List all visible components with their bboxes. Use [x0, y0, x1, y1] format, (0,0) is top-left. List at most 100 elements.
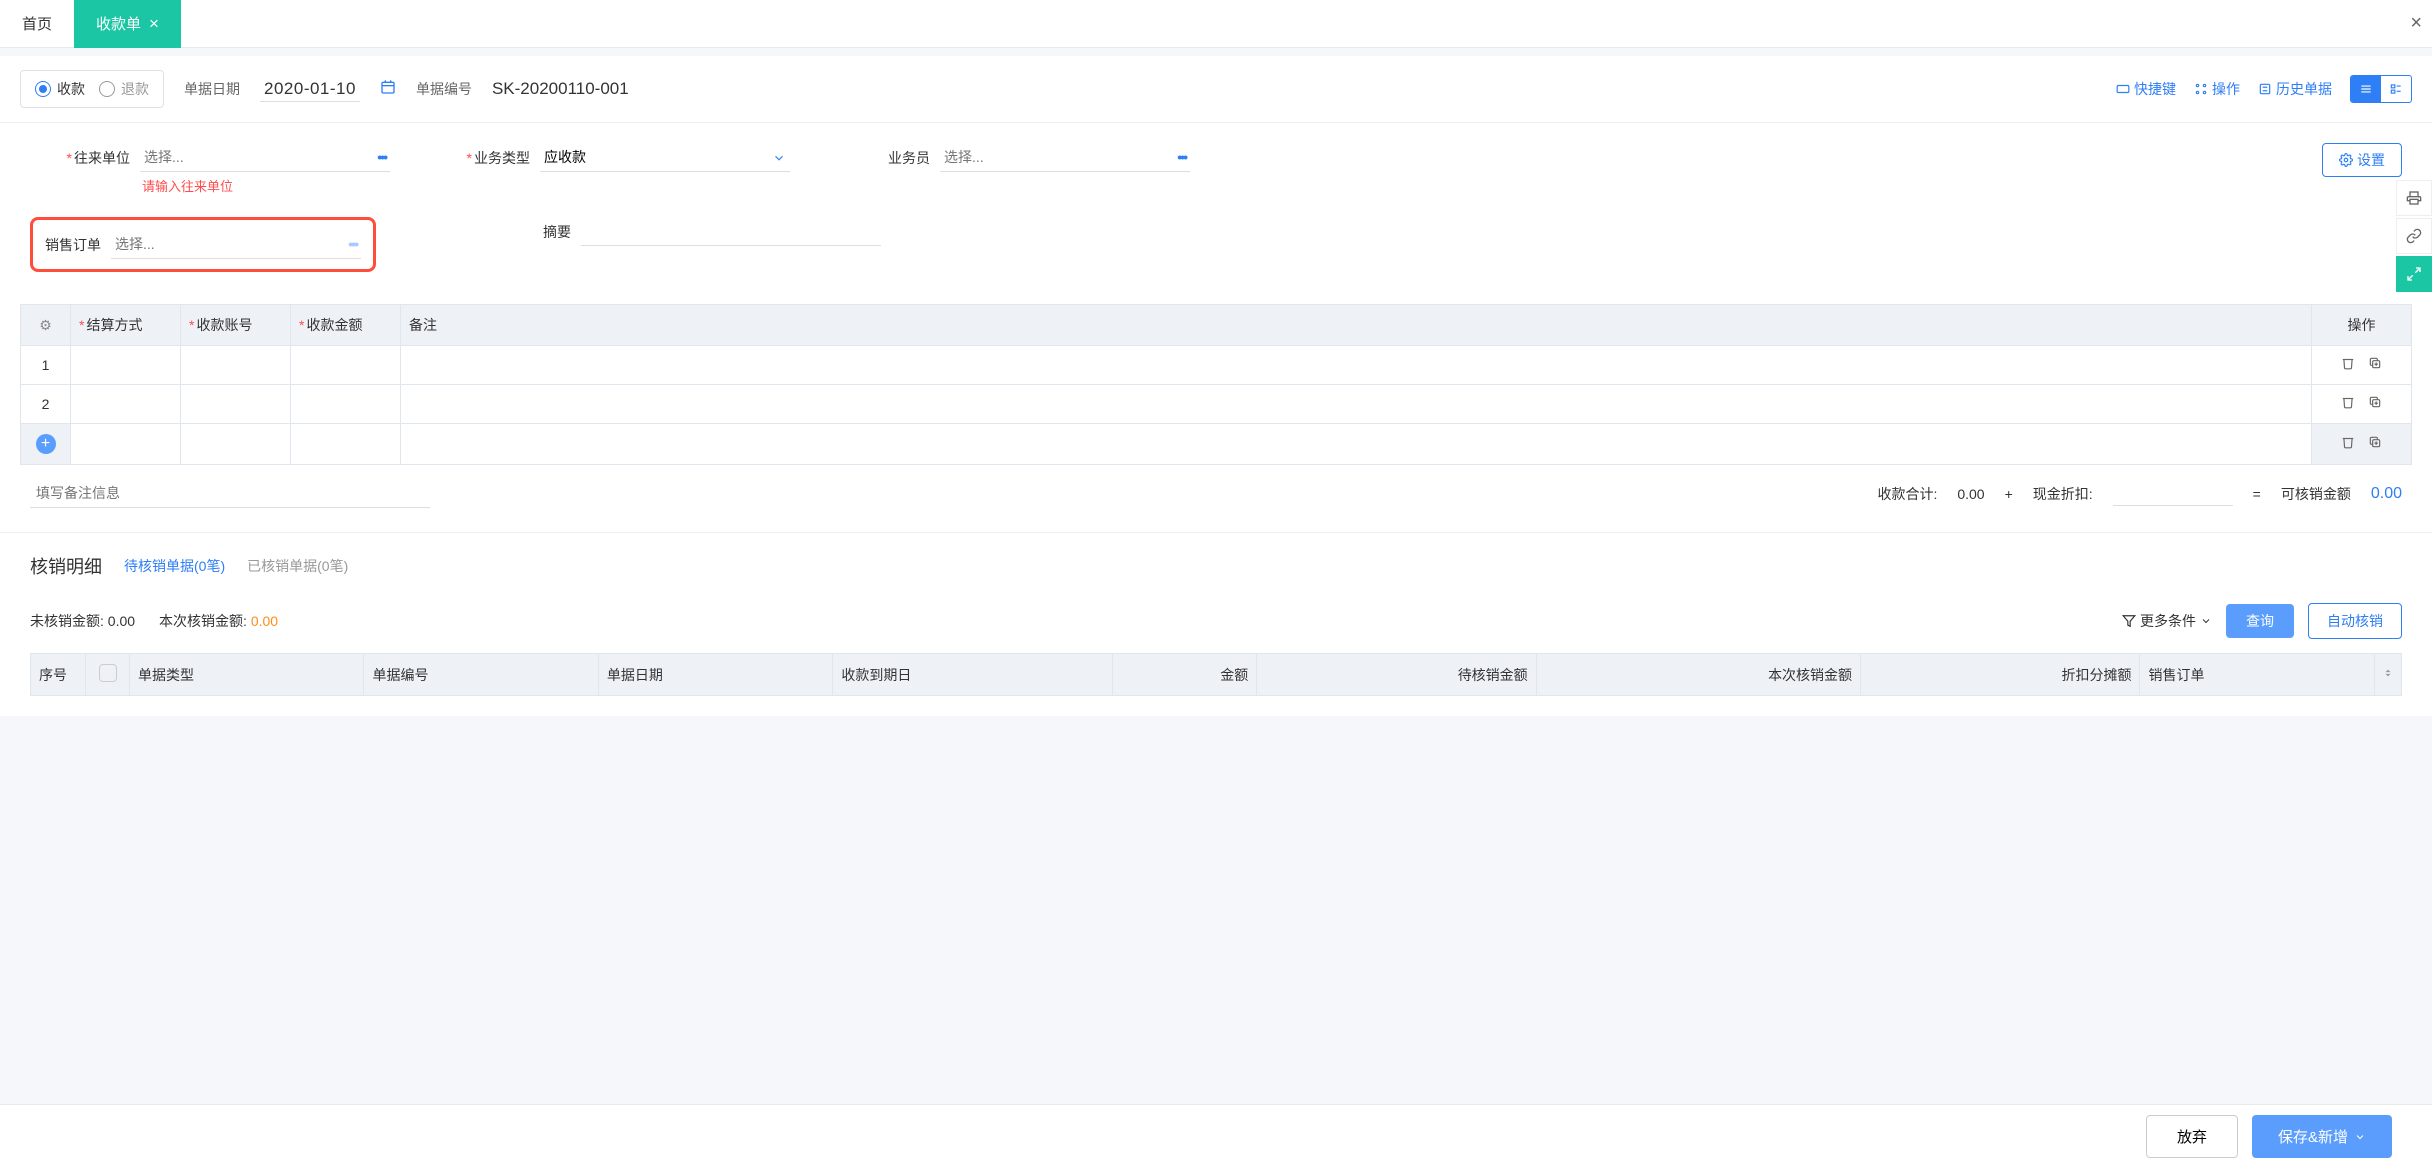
radio-icon-unchecked — [99, 81, 115, 97]
field-partner: 往来单位 ••• — [30, 143, 390, 172]
radio-refund[interactable]: 退款 — [99, 79, 149, 99]
salesorder-highlight: 销售订单 ••• — [30, 217, 376, 272]
tab-pending[interactable]: 待核销单据(0笔) — [124, 556, 225, 576]
salesman-select[interactable]: ••• — [940, 143, 1190, 172]
copy-icon[interactable] — [2368, 357, 2382, 374]
cell-amount[interactable] — [291, 424, 401, 465]
writeoff-section: 核销明细 待核销单据(0笔) 已核销单据(0笔) 未核销金额: 0.00 本次核… — [0, 532, 2432, 716]
delete-icon[interactable] — [2341, 436, 2359, 453]
radio-receipt[interactable]: 收款 — [35, 79, 85, 99]
cancel-button[interactable]: 放弃 — [2146, 1115, 2238, 1158]
tab-close-icon[interactable]: × — [149, 14, 159, 34]
save-button[interactable]: 保存&新增 — [2252, 1115, 2392, 1158]
radio-group-type: 收款 退款 — [20, 70, 164, 108]
salesman-more-icon[interactable]: ••• — [1177, 149, 1186, 165]
col-gear[interactable]: ⚙ — [21, 305, 71, 346]
doc-no-value: SK-20200110-001 — [492, 79, 629, 99]
cell-remark[interactable] — [401, 424, 2312, 465]
cell-account[interactable] — [181, 385, 291, 424]
writeoff-header: 核销明细 待核销单据(0笔) 已核销单据(0笔) — [30, 553, 2402, 579]
writeoff-table: 序号 单据类型 单据编号 单据日期 收款到期日 金额 待核销金额 本次核销金额 … — [30, 653, 2402, 696]
doc-header-row: 收款 退款 单据日期 2020-01-10 单据编号 SK-20200110-0… — [0, 56, 2432, 123]
query-button[interactable]: 查询 — [2226, 604, 2294, 638]
partner-more-icon[interactable]: ••• — [377, 149, 386, 165]
auto-writeoff-button[interactable]: 自动核销 — [2308, 603, 2402, 639]
col-thiswrite[interactable]: 本次核销金额 — [1536, 654, 1860, 696]
cell-method[interactable] — [71, 346, 181, 385]
col-discount[interactable]: 折扣分摊额 — [1861, 654, 2140, 696]
writable-value: 0.00 — [2371, 485, 2402, 503]
biztype-input[interactable] — [540, 143, 790, 171]
cell-remark[interactable] — [401, 346, 2312, 385]
cell-method[interactable] — [71, 424, 181, 465]
cell-method[interactable] — [71, 385, 181, 424]
summary-row: 收款合计: 0.00 + 现金折扣: = 可核销金额 0.00 — [0, 465, 2432, 522]
cell-remark[interactable] — [401, 385, 2312, 424]
tab-receipt[interactable]: 收款单 × — [74, 0, 181, 48]
print-icon[interactable] — [2396, 180, 2432, 216]
shortcut-link[interactable]: 快捷键 — [2116, 79, 2176, 99]
cell-actions — [2312, 346, 2412, 385]
filter-icon — [2122, 614, 2136, 628]
col-pending[interactable]: 待核销金额 — [1257, 654, 1536, 696]
doc-date-value[interactable]: 2020-01-10 — [260, 77, 360, 102]
col-doctype[interactable]: 单据类型 — [130, 654, 364, 696]
biztype-select[interactable] — [540, 143, 790, 172]
label-salesman: 业务员 — [830, 148, 930, 168]
cell-amount[interactable] — [291, 385, 401, 424]
expand-icon[interactable] — [2396, 256, 2432, 292]
summary-input[interactable] — [581, 217, 881, 245]
operate-label: 操作 — [2212, 79, 2240, 99]
bottom-bar: 放弃 保存&新增 — [0, 1104, 2432, 1168]
salesman-input[interactable] — [940, 143, 1190, 171]
chevron-down-icon[interactable] — [772, 151, 786, 168]
cards-icon — [2389, 82, 2403, 96]
col-docdate[interactable]: 单据日期 — [598, 654, 832, 696]
more-filter-link[interactable]: 更多条件 — [2122, 611, 2212, 631]
cell-account[interactable] — [181, 346, 291, 385]
discount-input[interactable] — [2113, 482, 2233, 506]
close-all-icon[interactable]: × — [2410, 12, 2422, 35]
operate-link[interactable]: 操作 — [2194, 79, 2240, 99]
partner-select[interactable]: ••• — [140, 143, 390, 172]
salesorder-select[interactable]: ••• — [111, 230, 361, 259]
col-docno[interactable]: 单据编号 — [364, 654, 598, 696]
payment-table: ⚙ 结算方式 收款账号 收款金额 备注 操作 1 — [20, 304, 2412, 465]
checkbox-icon[interactable] — [99, 664, 117, 682]
chevron-down-icon — [2200, 615, 2212, 627]
remark-input[interactable] — [30, 479, 430, 508]
salesorder-more-icon[interactable]: ••• — [348, 236, 357, 252]
col-sort[interactable] — [2375, 654, 2402, 696]
total-value: 0.00 — [1957, 486, 1984, 502]
row-index: 2 — [21, 385, 71, 424]
col-checkbox[interactable] — [86, 654, 130, 696]
cell-actions — [2312, 424, 2412, 465]
copy-icon[interactable] — [2368, 396, 2382, 413]
label-discount: 现金折扣: — [2033, 484, 2093, 504]
link-icon[interactable] — [2396, 218, 2432, 254]
summary-input-wrap[interactable] — [581, 217, 881, 246]
history-link[interactable]: 历史单据 — [2258, 79, 2332, 99]
col-salesorder[interactable]: 销售订单 — [2140, 654, 2375, 696]
salesorder-input[interactable] — [111, 230, 361, 258]
view-card-btn[interactable] — [2381, 76, 2411, 102]
delete-icon[interactable] — [2341, 357, 2359, 374]
copy-icon[interactable] — [2368, 436, 2382, 453]
delete-icon[interactable] — [2341, 396, 2359, 413]
tab-home[interactable]: 首页 — [0, 0, 74, 48]
view-list-btn[interactable] — [2351, 76, 2381, 102]
calendar-icon[interactable] — [380, 79, 396, 100]
tab-done[interactable]: 已核销单据(0笔) — [247, 556, 348, 576]
add-row-btn[interactable]: + — [21, 424, 71, 465]
cell-actions — [2312, 385, 2412, 424]
cell-amount[interactable] — [291, 346, 401, 385]
gear-icon[interactable]: ⚙ — [39, 317, 52, 333]
row-index: 1 — [21, 346, 71, 385]
partner-input[interactable] — [140, 143, 390, 171]
col-duedate[interactable]: 收款到期日 — [833, 654, 1112, 696]
right-sidebar — [2396, 180, 2432, 292]
settings-button[interactable]: 设置 — [2322, 143, 2402, 177]
view-toggle — [2350, 75, 2412, 103]
cell-account[interactable] — [181, 424, 291, 465]
col-amount[interactable]: 金额 — [1112, 654, 1257, 696]
